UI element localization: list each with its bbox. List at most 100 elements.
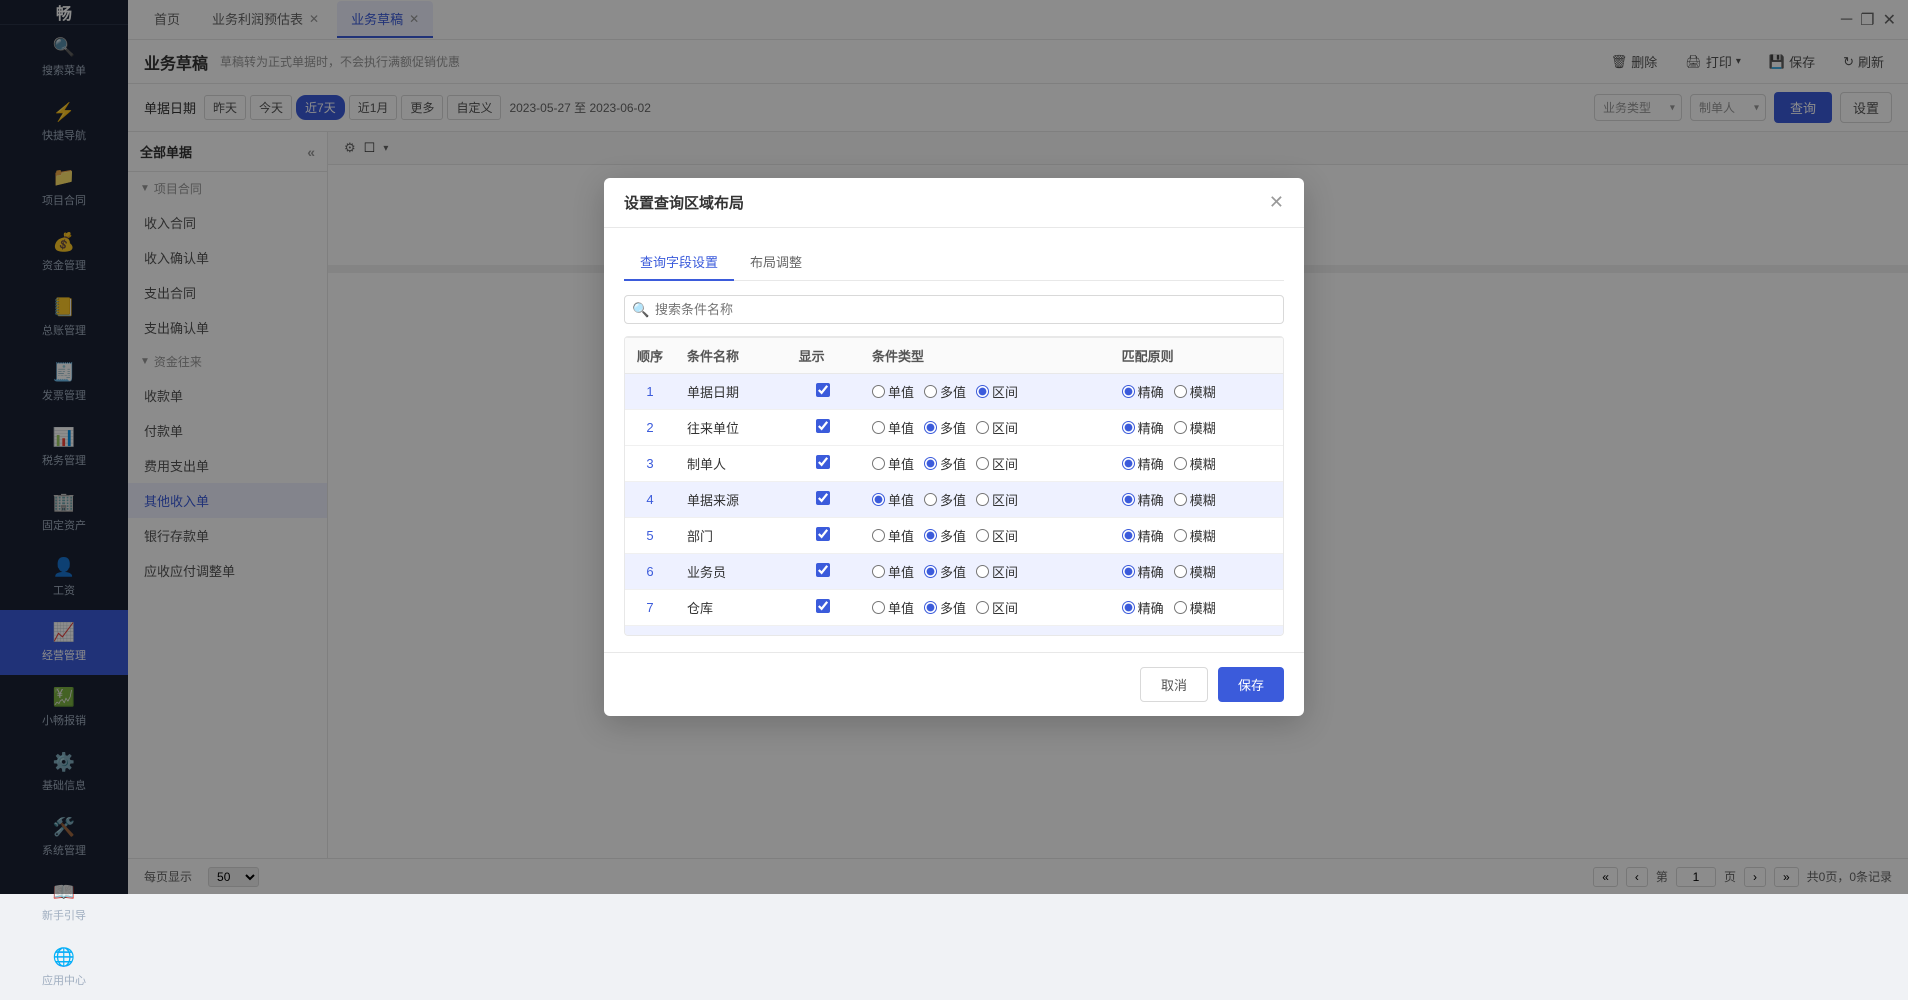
type-radio-多值-row2[interactable]: 多值 [924, 418, 966, 437]
type-radio-单值-row6[interactable]: 单值 [872, 562, 914, 581]
show-checkbox-row3[interactable] [816, 455, 830, 469]
sidebar-label-guide: 新手引导 [42, 907, 86, 923]
type-radio-单值-row3[interactable]: 单值 [872, 454, 914, 473]
modal-search-icon: 🔍 [632, 301, 649, 318]
show-cell[interactable] [787, 626, 860, 637]
match-cell: 精确 模糊 [1110, 626, 1283, 637]
table-row: 5 部门 单值 多值 区间 精确 模糊 [625, 518, 1283, 554]
modal-tabs: 查询字段设置 布局调整 [624, 244, 1284, 281]
type-radio-单值-row4[interactable]: 单值 [872, 490, 914, 509]
match-radio-精确-row3[interactable]: 精确 [1122, 454, 1164, 473]
type-radio-多值-row4[interactable]: 多值 [924, 490, 966, 509]
th-type: 条件类型 [860, 338, 1110, 374]
th-show: 显示 [787, 338, 860, 374]
show-cell[interactable] [787, 518, 860, 554]
match-radio-精确-row8[interactable]: 精确 [1122, 634, 1164, 636]
show-checkbox-row8[interactable] [816, 635, 830, 636]
match-cell: 精确 模糊 [1110, 410, 1283, 446]
match-radio-精确-row1[interactable]: 精确 [1122, 382, 1164, 401]
settings-modal: 设置查询区域布局 ✕ 查询字段设置 布局调整 🔍 [604, 178, 1304, 716]
type-radio-区间-row2[interactable]: 区间 [976, 418, 1018, 437]
name-cell: 往来单位 [675, 410, 787, 446]
type-cell: 单值 多值 区间 [860, 518, 1110, 554]
name-cell: 单据来源 [675, 482, 787, 518]
match-radio-模糊-row5[interactable]: 模糊 [1174, 526, 1216, 545]
match-radio-精确-row6[interactable]: 精确 [1122, 562, 1164, 581]
modal-search-input[interactable] [624, 295, 1284, 324]
type-radio-多值-row7[interactable]: 多值 [924, 598, 966, 617]
match-radio-精确-row2[interactable]: 精确 [1122, 418, 1164, 437]
match-radio-模糊-row1[interactable]: 模糊 [1174, 382, 1216, 401]
match-radio-精确-row5[interactable]: 精确 [1122, 526, 1164, 545]
show-cell[interactable] [787, 590, 860, 626]
name-cell: 单据日期 [675, 374, 787, 410]
match-radio-精确-row4[interactable]: 精确 [1122, 490, 1164, 509]
show-checkbox-row7[interactable] [816, 599, 830, 613]
show-checkbox-row6[interactable] [816, 563, 830, 577]
table-row: 8 单据金额 单值 多值 区间 精确 模糊 [625, 626, 1283, 637]
match-cell: 精确 模糊 [1110, 374, 1283, 410]
table-row: 7 仓库 单值 多值 区间 精确 模糊 [625, 590, 1283, 626]
match-radio-模糊-row2[interactable]: 模糊 [1174, 418, 1216, 437]
type-radio-多值-row1[interactable]: 多值 [924, 382, 966, 401]
match-radio-模糊-row4[interactable]: 模糊 [1174, 490, 1216, 509]
modal-header: 设置查询区域布局 ✕ [604, 178, 1304, 228]
show-checkbox-row2[interactable] [816, 419, 830, 433]
type-radio-区间-row5[interactable]: 区间 [976, 526, 1018, 545]
type-radio-区间-row4[interactable]: 区间 [976, 490, 1018, 509]
type-cell: 单值 多值 区间 [860, 626, 1110, 637]
type-radio-单值-row5[interactable]: 单值 [872, 526, 914, 545]
show-cell[interactable] [787, 410, 860, 446]
table-row: 6 业务员 单值 多值 区间 精确 模糊 [625, 554, 1283, 590]
match-radio-模糊-row7[interactable]: 模糊 [1174, 598, 1216, 617]
match-radio-模糊-row3[interactable]: 模糊 [1174, 454, 1216, 473]
type-radio-单值-row2[interactable]: 单值 [872, 418, 914, 437]
match-cell: 精确 模糊 [1110, 446, 1283, 482]
type-radio-区间-row3[interactable]: 区间 [976, 454, 1018, 473]
tab-layout[interactable]: 布局调整 [734, 244, 818, 281]
order-cell: 8 [625, 626, 675, 637]
show-checkbox-row5[interactable] [816, 527, 830, 541]
match-cell: 精确 模糊 [1110, 482, 1283, 518]
show-cell[interactable] [787, 374, 860, 410]
type-radio-单值-row8[interactable]: 单值 [872, 634, 914, 636]
type-radio-单值-row7[interactable]: 单值 [872, 598, 914, 617]
save-button[interactable]: 保存 [1218, 667, 1284, 702]
name-cell: 仓库 [675, 590, 787, 626]
th-order: 顺序 [625, 338, 675, 374]
settings-table-container[interactable]: 顺序 条件名称 显示 条件类型 匹配原则 1 单据日期 单值 多值 [624, 336, 1284, 636]
type-radio-区间-row6[interactable]: 区间 [976, 562, 1018, 581]
cancel-button[interactable]: 取消 [1140, 667, 1208, 702]
show-checkbox-row4[interactable] [816, 491, 830, 505]
match-radio-精确-row7[interactable]: 精确 [1122, 598, 1164, 617]
name-cell: 制单人 [675, 446, 787, 482]
type-radio-多值-row5[interactable]: 多值 [924, 526, 966, 545]
order-cell: 7 [625, 590, 675, 626]
show-checkbox-row1[interactable] [816, 383, 830, 397]
match-radio-模糊-row6[interactable]: 模糊 [1174, 562, 1216, 581]
order-cell: 4 [625, 482, 675, 518]
type-cell: 单值 多值 区间 [860, 554, 1110, 590]
type-radio-多值-row3[interactable]: 多值 [924, 454, 966, 473]
th-name: 条件名称 [675, 338, 787, 374]
tab-query-fields[interactable]: 查询字段设置 [624, 244, 734, 281]
show-cell[interactable] [787, 446, 860, 482]
match-radio-模糊-row8[interactable]: 模糊 [1174, 634, 1216, 636]
type-radio-单值-row1[interactable]: 单值 [872, 382, 914, 401]
name-cell: 部门 [675, 518, 787, 554]
settings-table: 顺序 条件名称 显示 条件类型 匹配原则 1 单据日期 单值 多值 [625, 337, 1283, 636]
sidebar-item-appstore[interactable]: 🌐 应用中心 [0, 935, 128, 1000]
modal-close-btn[interactable]: ✕ [1269, 192, 1284, 213]
type-cell: 单值 多值 区间 [860, 410, 1110, 446]
type-radio-多值-row8[interactable]: 多值 [924, 634, 966, 636]
modal-search-container: 🔍 [624, 295, 1284, 324]
show-cell[interactable] [787, 554, 860, 590]
order-cell: 5 [625, 518, 675, 554]
order-cell: 2 [625, 410, 675, 446]
type-radio-区间-row8[interactable]: 区间 [976, 634, 1018, 636]
type-radio-多值-row6[interactable]: 多值 [924, 562, 966, 581]
table-row: 3 制单人 单值 多值 区间 精确 模糊 [625, 446, 1283, 482]
show-cell[interactable] [787, 482, 860, 518]
type-radio-区间-row7[interactable]: 区间 [976, 598, 1018, 617]
type-radio-区间-row1[interactable]: 区间 [976, 382, 1018, 401]
